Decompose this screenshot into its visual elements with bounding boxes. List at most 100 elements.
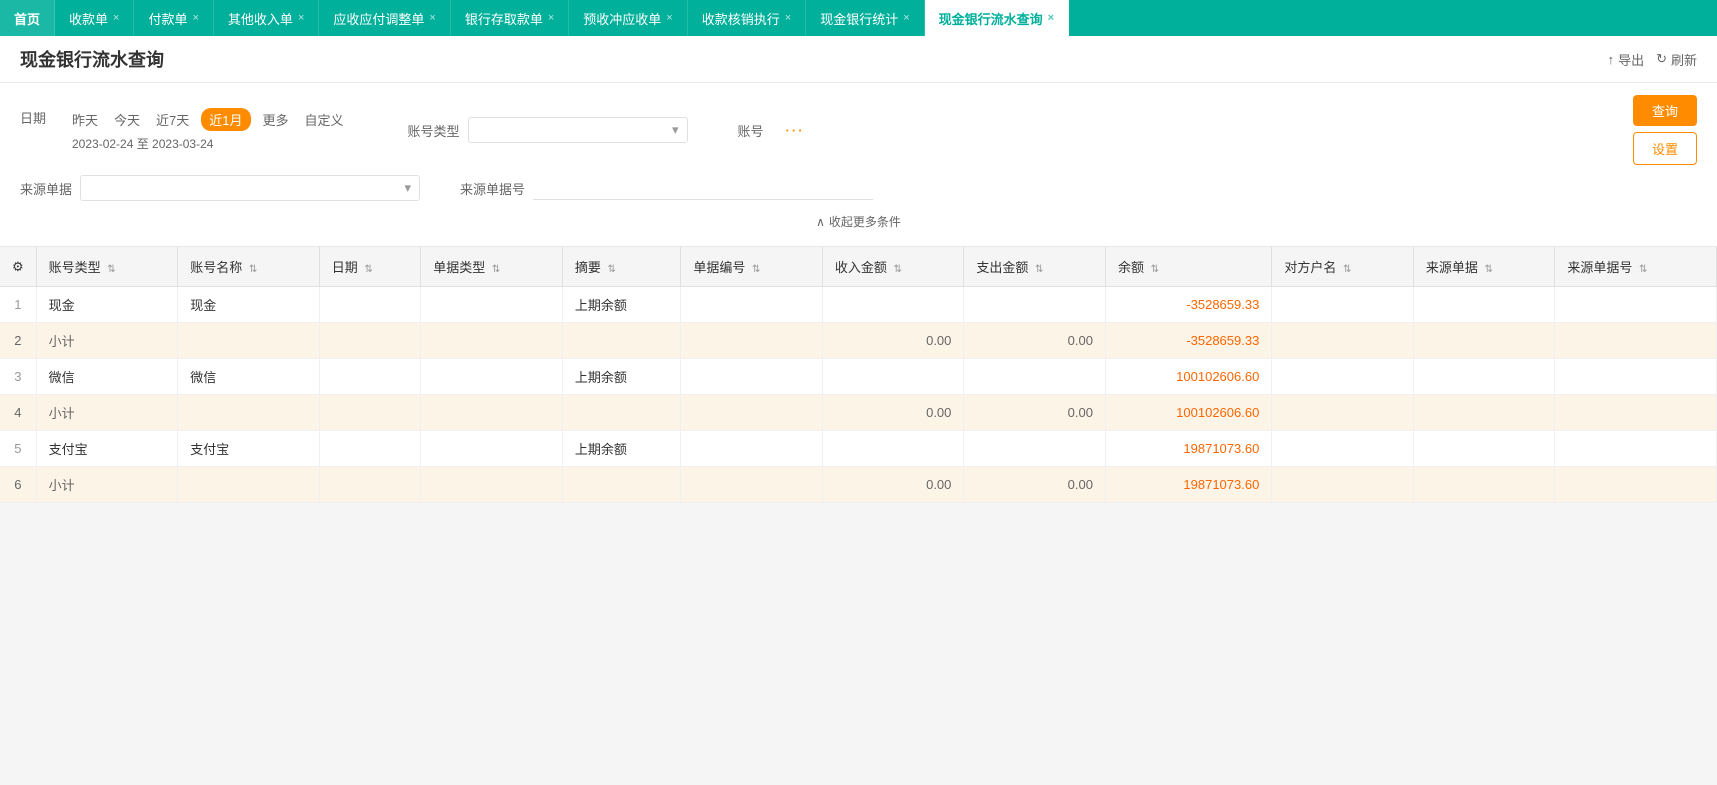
sort-icon: ⇅ (607, 264, 615, 275)
table-row[interactable]: 3微信微信上期余额100102606.60 (0, 359, 1717, 395)
th-summary[interactable]: 摘要 ⇅ (562, 247, 680, 287)
nav-item-fukudan[interactable]: 付款单 × (134, 0, 213, 36)
shortcut-7days[interactable]: 近7天 (152, 108, 193, 131)
shortcut-1month[interactable]: 近1月 (201, 108, 250, 131)
cell-expense: 0.00 (964, 467, 1106, 503)
close-icon[interactable]: × (548, 12, 554, 24)
cell-counterpart (1272, 395, 1414, 431)
nav-item-adjustment[interactable]: 应收应付调整单 × (319, 0, 450, 36)
cell-source_no (1555, 431, 1717, 467)
source-no-input[interactable] (533, 176, 873, 200)
cell-income: 0.00 (822, 395, 964, 431)
close-icon[interactable]: × (192, 12, 198, 24)
cell-doc_no (681, 359, 823, 395)
source-no-filter: 来源单据号 (460, 176, 873, 200)
cell-type: 小计 (36, 467, 178, 503)
nav-item-verify[interactable]: 收款核销执行 × (688, 0, 806, 36)
account-filter: 账号 ··· (738, 121, 805, 140)
date-filter-group: 日期 昨天 今天 近7天 近1月 更多 自定义 2023-02-24 至 202… (20, 108, 348, 152)
th-date[interactable]: 日期 ⇅ (319, 247, 421, 287)
filter-area: 日期 昨天 今天 近7天 近1月 更多 自定义 2023-02-24 至 202… (0, 83, 1717, 247)
filter-row-1: 日期 昨天 今天 近7天 近1月 更多 自定义 2023-02-24 至 202… (20, 95, 1697, 165)
table-header-row: ⚙ 账号类型 ⇅ 账号名称 ⇅ 日期 ⇅ 单据类型 ⇅ 摘要 ⇅ 单据编号 ⇅ … (0, 247, 1717, 287)
shortcut-custom[interactable]: 自定义 (301, 108, 348, 131)
th-doc-type[interactable]: 单据类型 ⇅ (421, 247, 563, 287)
source-doc-filter: 来源单据 ▾ (20, 175, 420, 201)
th-source-doc[interactable]: 来源单据 ⇅ (1413, 247, 1555, 287)
source-doc-select[interactable]: ▾ (80, 175, 420, 201)
sort-icon: ⇅ (893, 264, 901, 275)
cell-balance: 100102606.60 (1105, 395, 1271, 431)
cell-doc_no (681, 431, 823, 467)
th-account-type[interactable]: 账号类型 ⇅ (36, 247, 178, 287)
refresh-button[interactable]: ↻ 刷新 (1656, 50, 1697, 69)
table-row[interactable]: 1现金现金上期余额-3528659.33 (0, 287, 1717, 323)
close-icon[interactable]: × (298, 12, 304, 24)
table-row[interactable]: 2小计0.000.00-3528659.33 (0, 323, 1717, 359)
th-counterpart[interactable]: 对方户名 ⇅ (1272, 247, 1414, 287)
close-icon[interactable]: × (113, 12, 119, 24)
collapse-label: 收起更多条件 (829, 213, 901, 230)
th-source-no[interactable]: 来源单据号 ⇅ (1555, 247, 1717, 287)
th-income[interactable]: 收入金额 ⇅ (822, 247, 964, 287)
source-no-label: 来源单据号 (460, 179, 525, 198)
query-button[interactable]: 查询 (1633, 95, 1697, 126)
th-balance[interactable]: 余额 ⇅ (1105, 247, 1271, 287)
cell-source_no (1555, 287, 1717, 323)
nav-item-stats[interactable]: 现金银行统计 × (806, 0, 924, 36)
cell-summary (562, 323, 680, 359)
nav-item-bank-deposit[interactable]: 银行存取款单 × (451, 0, 569, 36)
close-icon[interactable]: × (785, 12, 791, 24)
data-table: ⚙ 账号类型 ⇅ 账号名称 ⇅ 日期 ⇅ 单据类型 ⇅ 摘要 ⇅ 单据编号 ⇅ … (0, 247, 1717, 503)
date-label: 日期 (20, 108, 60, 127)
cell-balance: 19871073.60 (1105, 431, 1271, 467)
cell-source_doc (1413, 287, 1555, 323)
table-row[interactable]: 4小计0.000.00100102606.60 (0, 395, 1717, 431)
table-row[interactable]: 6小计0.000.0019871073.60 (0, 467, 1717, 503)
close-icon[interactable]: × (666, 12, 672, 24)
source-doc-label: 来源单据 (20, 179, 72, 198)
cell-expense: 0.00 (964, 323, 1106, 359)
cell-type: 微信 (36, 359, 178, 395)
cell-type: 支付宝 (36, 431, 178, 467)
cell-source_no (1555, 359, 1717, 395)
th-expense[interactable]: 支出金额 ⇅ (964, 247, 1106, 287)
cell-summary: 上期余额 (562, 287, 680, 323)
cell-name: 现金 (178, 287, 320, 323)
th-doc-no[interactable]: 单据编号 ⇅ (681, 247, 823, 287)
nav-item-prepay[interactable]: 预收冲应收单 × (569, 0, 687, 36)
cell-expense (964, 359, 1106, 395)
close-icon[interactable]: × (429, 12, 435, 24)
cell-balance: -3528659.33 (1105, 323, 1271, 359)
date-range-display: 2023-02-24 至 2023-03-24 (72, 135, 348, 152)
collapse-bar[interactable]: ∧ 收起更多条件 (20, 209, 1697, 234)
cell-doc_type (421, 395, 563, 431)
export-button[interactable]: ↑ 导出 (1608, 50, 1645, 69)
account-type-select[interactable]: ▾ (468, 117, 688, 143)
cell-doc_no (681, 395, 823, 431)
close-icon[interactable]: × (1048, 12, 1054, 24)
nav-home[interactable]: 首页 (0, 0, 55, 36)
close-icon[interactable]: × (903, 12, 909, 24)
account-label: 账号 (738, 121, 778, 140)
nav-item-other-income[interactable]: 其他收入单 × (214, 0, 319, 36)
table-row[interactable]: 5支付宝支付宝上期余额19871073.60 (0, 431, 1717, 467)
cell-name (178, 323, 320, 359)
nav-item-cashflow[interactable]: 现金银行流水查询 × (925, 0, 1069, 36)
cell-balance: 100102606.60 (1105, 359, 1271, 395)
row-number: 5 (0, 431, 36, 467)
settings-button[interactable]: 设置 (1633, 132, 1697, 165)
filter-row-2: 来源单据 ▾ 来源单据号 (20, 175, 1697, 201)
nav-item-shoudan[interactable]: 收款单 × (55, 0, 134, 36)
header-actions: ↑ 导出 ↻ 刷新 (1608, 50, 1697, 69)
cell-date (319, 359, 421, 395)
th-gear[interactable]: ⚙ (0, 247, 36, 287)
refresh-icon: ↻ (1656, 51, 1667, 67)
shortcut-yesterday[interactable]: 昨天 (68, 108, 102, 131)
shortcut-today[interactable]: 今天 (110, 108, 144, 131)
th-account-name[interactable]: 账号名称 ⇅ (178, 247, 320, 287)
shortcut-more[interactable]: 更多 (259, 108, 293, 131)
sort-icon: ⇅ (1035, 264, 1043, 275)
account-dots[interactable]: ··· (786, 123, 805, 138)
account-type-label: 账号类型 (408, 121, 460, 140)
